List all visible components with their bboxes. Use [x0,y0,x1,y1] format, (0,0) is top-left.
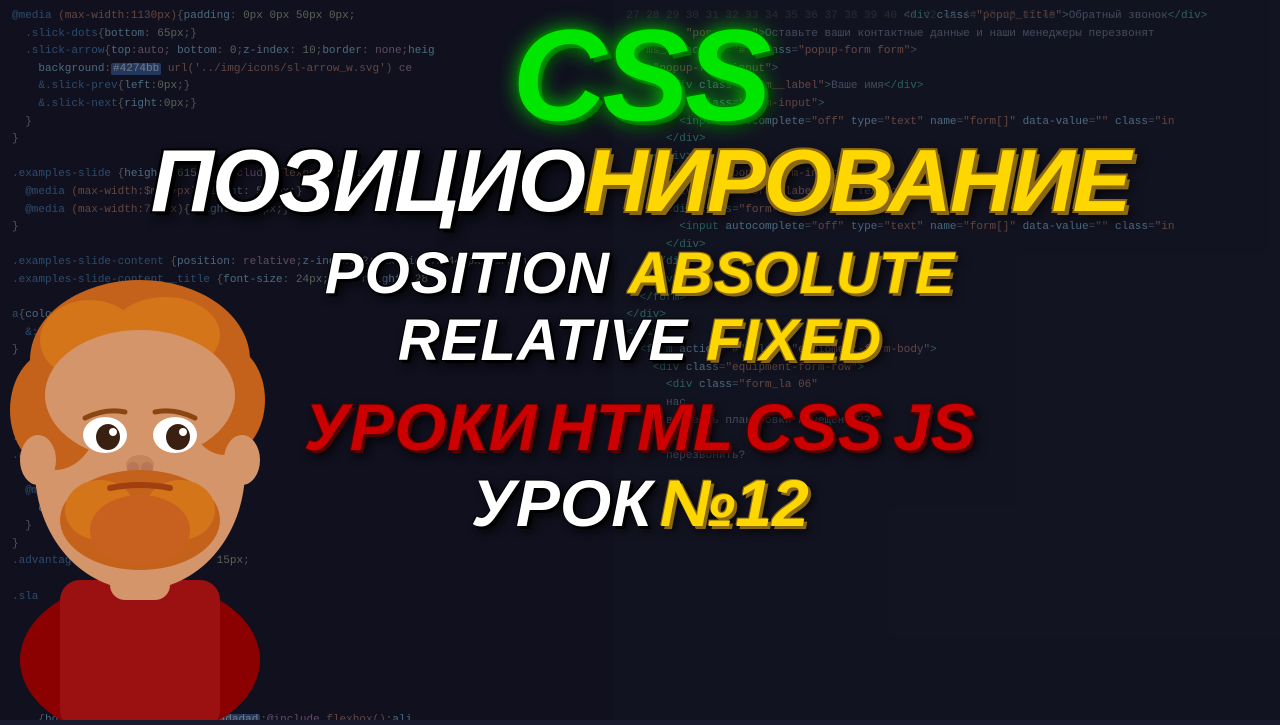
pos-line-2: RELATIVE FIXED [398,307,882,374]
number-label: №12 [660,465,809,541]
css-title: CSS [512,10,767,140]
js-label: JS [893,389,976,465]
urok-line2: УРОК №12 [471,465,809,541]
positioning-row: ПОЗИЦИО НИРОВАНИЕ [151,130,1130,232]
uroki-line: УРОКИ HTML CSS JS [304,389,976,465]
pos-line-1: POSITION ABSOLUTE [325,240,955,307]
character-svg [0,140,280,720]
html-label: HTML [547,389,734,465]
css-label: CSS [744,389,883,465]
pos-abs-row: POSITION ABSOLUTE RELATIVE FIXED [325,240,955,374]
bottom-row: УРОКИ HTML CSS JS УРОК №12 [304,389,976,541]
position-label: POSITION [325,240,610,307]
uroki-label: УРОКИ [304,389,537,465]
absolute-label: ABSOLUTE [628,240,955,307]
urok-label: УРОК [471,465,652,541]
positioning-yellow: НИРОВАНИЕ [584,130,1129,232]
character-illustration [0,140,280,720]
relative-label: RELATIVE [398,307,689,374]
fixed-label: FIXED [706,307,882,374]
